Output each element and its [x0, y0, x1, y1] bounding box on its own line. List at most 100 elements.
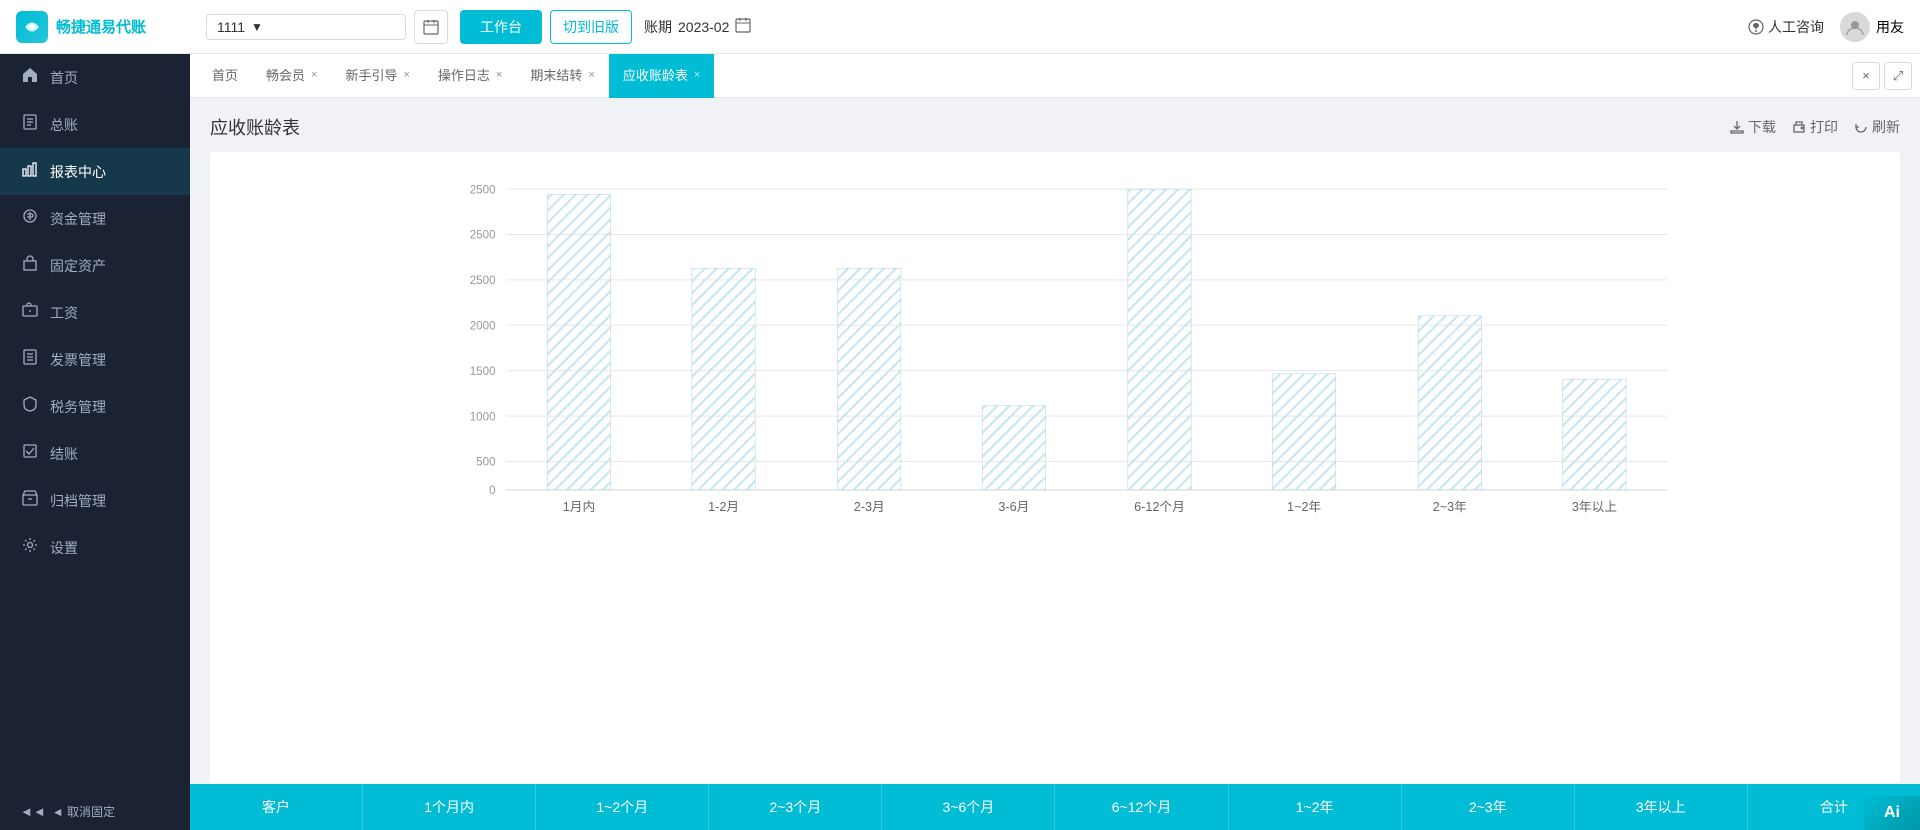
bar-3年以上 — [1563, 379, 1626, 490]
settlement-icon — [20, 443, 40, 464]
sidebar-item-settlement[interactable]: 结账 — [0, 430, 190, 477]
tab-home[interactable]: 首页 — [198, 54, 252, 98]
refresh-label: 刷新 — [1872, 117, 1900, 137]
content-area: 首页 畅会员 × 新手引导 × 操作日志 × 期末结转 × 应收账龄表 × — [190, 54, 1920, 830]
svg-text:3-6月: 3-6月 — [998, 500, 1029, 514]
bar-6-12月 — [1128, 189, 1191, 490]
svg-text:6-12个月: 6-12个月 — [1134, 500, 1185, 514]
sidebar-item-capital[interactable]: 资金管理 — [0, 195, 190, 242]
tab-guide[interactable]: 新手引导 × — [331, 54, 423, 98]
sidebar-label-invoice: 发票管理 — [50, 350, 106, 370]
tab-close-button[interactable]: × — [1852, 62, 1880, 90]
tab-member-close[interactable]: × — [311, 69, 317, 81]
sidebar-item-archive[interactable]: 归档管理 — [0, 477, 190, 524]
tab-log[interactable]: 操作日志 × — [424, 54, 516, 98]
bar-1-2年 — [1272, 374, 1335, 490]
report-icon — [20, 161, 40, 182]
company-selector[interactable]: 1111 ▼ — [206, 14, 406, 40]
tab-member[interactable]: 畅会员 × — [252, 54, 331, 98]
period-value: 2023-02 — [678, 19, 729, 35]
svg-text:500: 500 — [476, 456, 495, 469]
tab-aging-label: 应收账龄表 — [623, 65, 688, 84]
svg-text:2500: 2500 — [470, 229, 496, 242]
calendar-period-icon[interactable] — [735, 17, 751, 36]
svg-text:3年以上: 3年以上 — [1572, 500, 1617, 514]
switch-old-button[interactable]: 切到旧版 — [550, 10, 632, 44]
tab-guide-close[interactable]: × — [403, 69, 409, 81]
page-content: 应收账龄表 下载 打印 刷新 — [190, 98, 1920, 784]
bar-1-2月 — [692, 268, 755, 490]
invoice-icon — [20, 349, 40, 370]
tabs-bar: 首页 畅会员 × 新手引导 × 操作日志 × 期末结转 × 应收账龄表 × — [190, 54, 1920, 98]
sidebar: 首页 总账 报表中心 资金管理 固定资产 — [0, 54, 190, 830]
tab-guide-label: 新手引导 — [345, 65, 397, 84]
collapse-label: ◄ 取消固定 — [52, 803, 115, 820]
col-2-3year: 2~3年 — [1402, 784, 1575, 830]
col-3yearplus: 3年以上 — [1575, 784, 1748, 830]
ai-badge[interactable]: Ai — [1864, 796, 1920, 830]
sidebar-item-asset[interactable]: 固定资产 — [0, 242, 190, 289]
svg-text:1月内: 1月内 — [563, 500, 595, 514]
sidebar-item-ledger[interactable]: 总账 — [0, 101, 190, 148]
chart-wrapper: 2500 2500 2500 2000 1500 1000 500 0 — [226, 168, 1884, 548]
tab-actions: × ⤢ — [1852, 62, 1912, 90]
header-right: 人工咨询 用友 — [1748, 12, 1904, 42]
tab-aging-close[interactable]: × — [694, 69, 700, 81]
asset-icon — [20, 255, 40, 276]
main-layout: 首页 总账 报表中心 资金管理 固定资产 — [0, 54, 1920, 830]
print-button[interactable]: 打印 — [1792, 117, 1838, 137]
sidebar-item-settings[interactable]: 设置 — [0, 524, 190, 571]
sidebar-item-report[interactable]: 报表中心 — [0, 148, 190, 195]
home-icon — [20, 67, 40, 88]
sidebar-label-salary: 工资 — [50, 303, 78, 323]
sidebar-item-salary[interactable]: 工资 — [0, 289, 190, 336]
dropdown-icon: ▼ — [251, 20, 263, 34]
col-6-12month: 6~12个月 — [1055, 784, 1228, 830]
col-1-2year: 1~2年 — [1229, 784, 1402, 830]
sidebar-label-capital: 资金管理 — [50, 209, 106, 229]
svg-text:0: 0 — [489, 484, 495, 497]
logo-text: 畅捷通易代账 — [56, 16, 146, 37]
ledger-icon — [20, 114, 40, 135]
consult-label: 人工咨询 — [1768, 17, 1824, 37]
sidebar-item-home[interactable]: 首页 — [0, 54, 190, 101]
tab-aging[interactable]: 应收账龄表 × — [609, 54, 714, 98]
tab-log-close[interactable]: × — [496, 69, 502, 81]
sidebar-collapse-btn[interactable]: ◄◄ ◄ 取消固定 — [0, 793, 190, 830]
sidebar-label-tax: 税务管理 — [50, 397, 106, 417]
svg-text:1500: 1500 — [470, 365, 496, 378]
tab-home-label: 首页 — [212, 65, 238, 84]
top-header: 畅捷通易代账 1111 ▼ 工作台 切到旧版 账期 2023-02 人工咨询 用… — [0, 0, 1920, 54]
svg-text:1000: 1000 — [470, 410, 496, 423]
sidebar-label-ledger: 总账 — [50, 115, 78, 135]
col-2-3month: 2~3个月 — [709, 784, 882, 830]
svg-text:2-3月: 2-3月 — [854, 500, 885, 514]
tab-expand-button[interactable]: ⤢ — [1884, 62, 1912, 90]
col-1-2month: 1~2个月 — [536, 784, 709, 830]
workbench-button[interactable]: 工作台 — [460, 10, 542, 44]
sidebar-label-report: 报表中心 — [50, 162, 106, 182]
download-button[interactable]: 下载 — [1730, 117, 1776, 137]
chart-container: 2500 2500 2500 2000 1500 1000 500 0 — [210, 152, 1900, 784]
bar-2-3年 — [1418, 316, 1481, 490]
user-area[interactable]: 用友 — [1840, 12, 1904, 42]
download-label: 下载 — [1748, 117, 1776, 137]
sidebar-item-invoice[interactable]: 发票管理 — [0, 336, 190, 383]
calendar-button[interactable] — [414, 10, 448, 44]
tab-transfer-close[interactable]: × — [588, 69, 594, 81]
page-header: 应收账龄表 下载 打印 刷新 — [210, 114, 1900, 140]
sidebar-label-home: 首页 — [50, 68, 78, 88]
bar-2-3月 — [838, 268, 901, 490]
page-actions: 下载 打印 刷新 — [1730, 117, 1900, 137]
tab-transfer[interactable]: 期末结转 × — [516, 54, 608, 98]
sidebar-item-tax[interactable]: 税务管理 — [0, 383, 190, 430]
company-name: 1111 — [217, 19, 245, 35]
logo-icon — [16, 11, 48, 43]
sidebar-label-settlement: 结账 — [50, 444, 78, 464]
svg-text:2500: 2500 — [470, 183, 496, 196]
table-header: 客户 1个月内 1~2个月 2~3个月 3~6个月 6~12个月 1~2年 2~… — [190, 784, 1920, 830]
consult-button[interactable]: 人工咨询 — [1748, 17, 1824, 37]
col-1month: 1个月内 — [363, 784, 536, 830]
refresh-button[interactable]: 刷新 — [1854, 117, 1900, 137]
salary-icon — [20, 302, 40, 323]
